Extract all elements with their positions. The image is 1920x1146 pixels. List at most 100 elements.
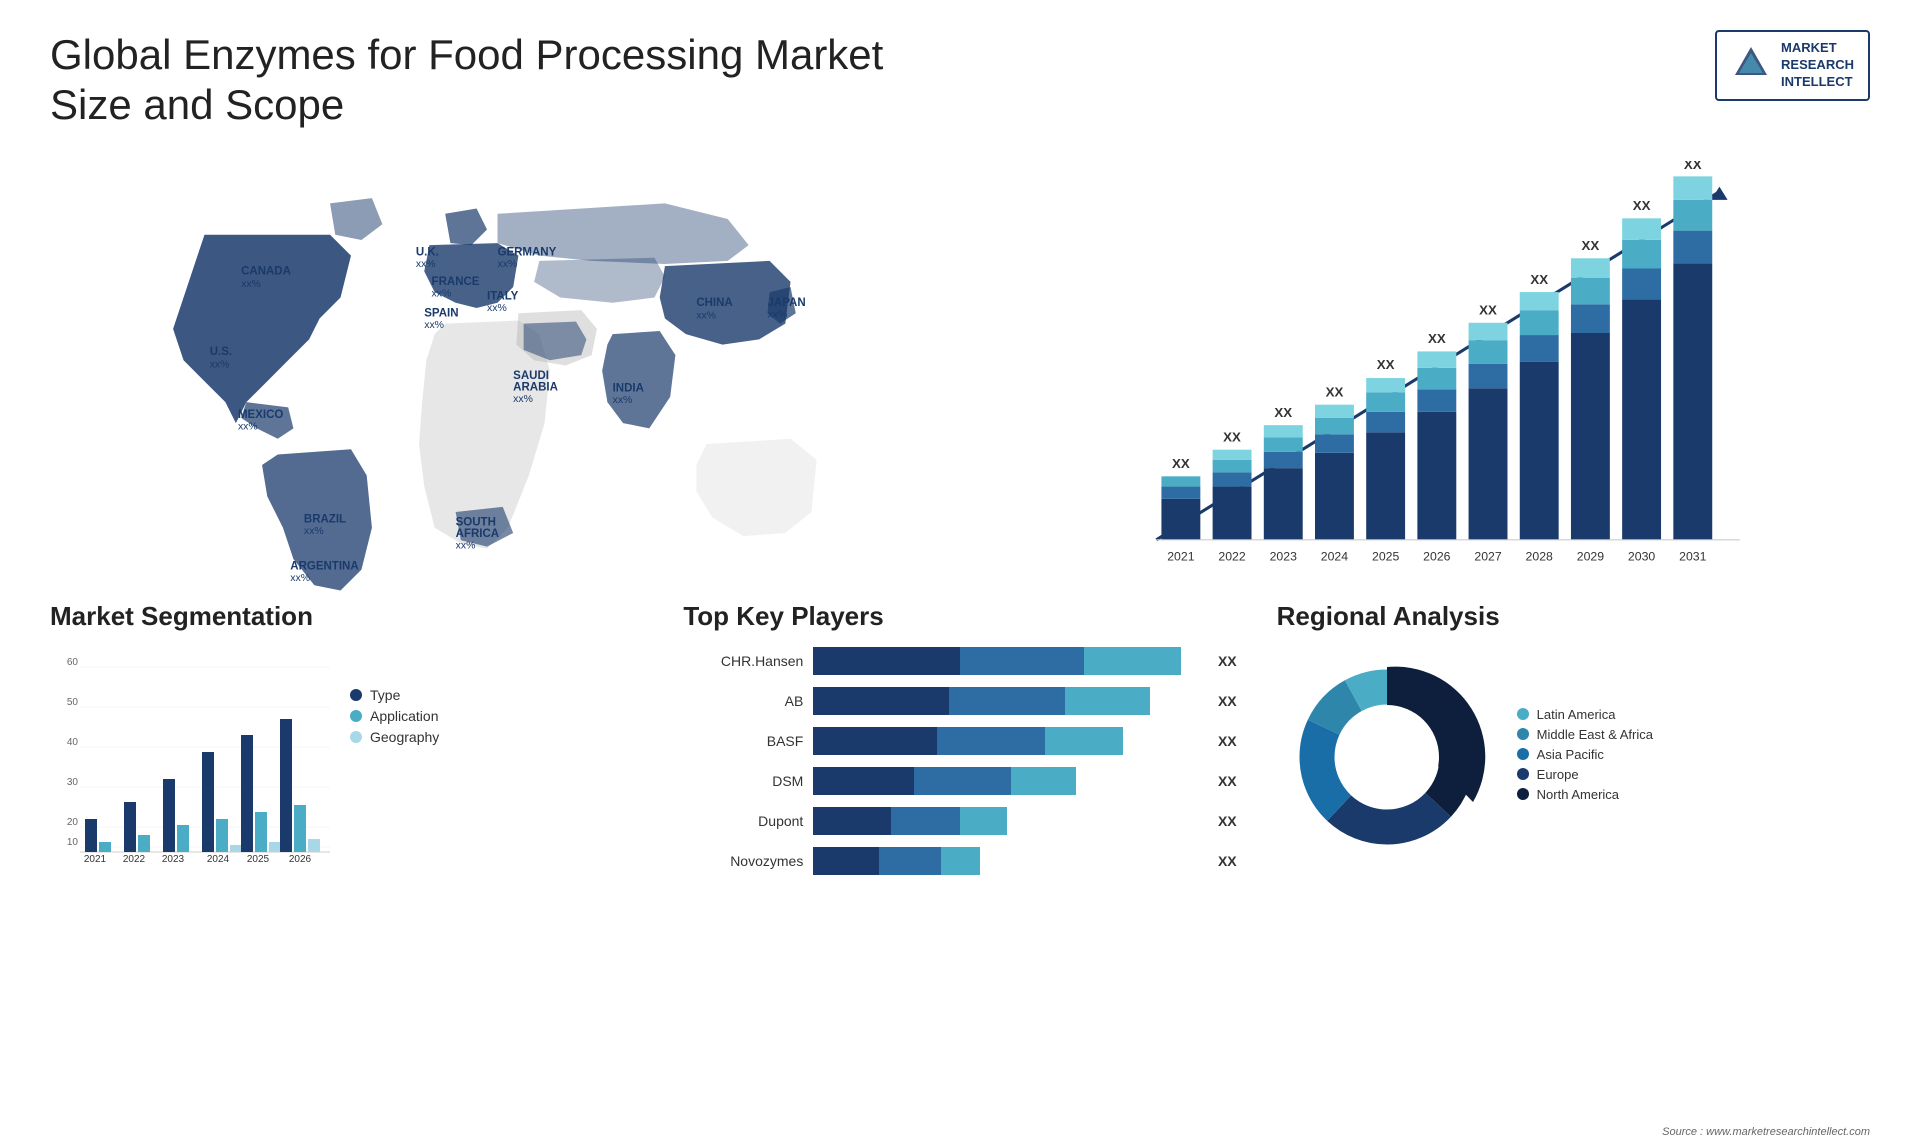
player-bar-dupont-seg3 — [960, 807, 1006, 835]
svg-text:XX: XX — [1684, 161, 1702, 172]
player-bar-dsm-seg1 — [813, 767, 914, 795]
player-bar-ab-seg1 — [813, 687, 948, 715]
logo: MARKET RESEARCH INTELLECT — [1715, 30, 1870, 101]
player-row-ab: AB XX — [683, 687, 1236, 715]
player-bar-ab — [813, 687, 1200, 715]
donut-container: Latin America Middle East & Africa Asia … — [1277, 647, 1870, 867]
legend-type: Type — [350, 687, 439, 703]
svg-text:2024: 2024 — [1321, 549, 1348, 563]
player-name-basf: BASF — [683, 733, 803, 749]
svg-text:xx%: xx% — [432, 288, 452, 299]
svg-text:xx%: xx% — [210, 359, 230, 370]
map-section: CANADA xx% U.S. xx% MEXICO xx% BRAZIL xx… — [50, 151, 945, 601]
svg-text:INDIA: INDIA — [613, 382, 644, 394]
legend-mea-dot — [1517, 728, 1529, 740]
svg-text:XX: XX — [1633, 198, 1651, 213]
player-bar-novozymes-seg3 — [941, 847, 980, 875]
segmentation-chart: 60 50 40 30 20 10 — [50, 647, 330, 867]
svg-text:xx%: xx% — [290, 573, 310, 584]
legend-geography-dot — [350, 731, 362, 743]
donut-chart — [1277, 647, 1497, 867]
svg-text:U.K.: U.K. — [416, 246, 439, 258]
player-value-novozymes: XX — [1218, 853, 1237, 869]
svg-text:2027: 2027 — [1474, 549, 1501, 563]
player-bar-dsm — [813, 767, 1200, 795]
svg-text:XX: XX — [1326, 384, 1344, 399]
legend-type-dot — [350, 689, 362, 701]
svg-text:xx%: xx% — [456, 540, 476, 551]
svg-text:XX: XX — [1172, 456, 1190, 471]
legend-geography: Geography — [350, 729, 439, 745]
player-value-basf: XX — [1218, 733, 1237, 749]
regional-title: Regional Analysis — [1277, 601, 1870, 632]
svg-text:2031: 2031 — [1679, 549, 1706, 563]
bottom-section: Market Segmentation 60 50 40 30 20 10 — [50, 601, 1870, 887]
header: Global Enzymes for Food Processing Marke… — [50, 30, 1870, 131]
players-section: Top Key Players CHR.Hansen XX AB XX — [663, 601, 1256, 887]
svg-text:2022: 2022 — [123, 854, 146, 865]
world-map: CANADA xx% U.S. xx% MEXICO xx% BRAZIL xx… — [50, 151, 945, 601]
player-row-basf: BASF XX — [683, 727, 1236, 755]
legend-type-label: Type — [370, 687, 400, 703]
regional-section: Regional Analysis — [1277, 601, 1870, 887]
svg-text:XX: XX — [1223, 429, 1241, 444]
svg-text:CHINA: CHINA — [696, 297, 732, 309]
forecast-chart: XX XX XX XX — [995, 161, 1850, 591]
player-value-ab: XX — [1218, 693, 1237, 709]
player-bar-dupont-seg2 — [891, 807, 961, 835]
svg-text:XX: XX — [1274, 405, 1292, 420]
legend-europe-label: Europe — [1537, 767, 1579, 782]
svg-text:2022: 2022 — [1218, 549, 1245, 563]
svg-text:SOUTH: SOUTH — [456, 516, 496, 528]
svg-text:2023: 2023 — [162, 854, 185, 865]
player-row-dupont: Dupont XX — [683, 807, 1236, 835]
svg-text:xx%: xx% — [513, 394, 533, 405]
regional-legend: Latin America Middle East & Africa Asia … — [1517, 707, 1653, 807]
player-name-ab: AB — [683, 693, 803, 709]
svg-text:XX: XX — [1428, 331, 1446, 346]
svg-text:xx%: xx% — [498, 259, 518, 270]
svg-text:2025: 2025 — [1372, 549, 1399, 563]
player-value-chr: XX — [1218, 653, 1237, 669]
player-bar-chr — [813, 647, 1200, 675]
legend-mea: Middle East & Africa — [1517, 727, 1653, 742]
legend-europe-dot — [1517, 768, 1529, 780]
svg-text:2025: 2025 — [247, 854, 270, 865]
svg-text:xx%: xx% — [424, 320, 444, 331]
player-bar-novozymes-seg2 — [879, 847, 941, 875]
player-name-dsm: DSM — [683, 773, 803, 789]
player-bar-basf-seg2 — [937, 727, 1045, 755]
svg-text:XX: XX — [1582, 238, 1600, 253]
page-title: Global Enzymes for Food Processing Marke… — [50, 30, 950, 131]
legend-application-label: Application — [370, 708, 439, 724]
legend-application-dot — [350, 710, 362, 722]
legend-mea-label: Middle East & Africa — [1537, 727, 1653, 742]
svg-text:U.S.: U.S. — [210, 346, 232, 358]
player-bar-chr-seg1 — [813, 647, 960, 675]
svg-text:GERMANY: GERMANY — [498, 246, 557, 258]
segmentation-section: Market Segmentation 60 50 40 30 20 10 — [50, 601, 643, 887]
svg-text:30: 30 — [67, 777, 79, 788]
svg-text:2026: 2026 — [289, 854, 312, 865]
player-value-dsm: XX — [1218, 773, 1237, 789]
svg-text:SPAIN: SPAIN — [424, 307, 458, 319]
legend-geography-label: Geography — [370, 729, 439, 745]
legend-north-america-dot — [1517, 788, 1529, 800]
svg-text:XX: XX — [1377, 357, 1395, 372]
player-bar-ab-seg3 — [1065, 687, 1150, 715]
legend-asia-pacific-label: Asia Pacific — [1537, 747, 1604, 762]
legend-latin-america-dot — [1517, 708, 1529, 720]
svg-text:JAPAN: JAPAN — [768, 297, 806, 309]
legend-latin-america: Latin America — [1517, 707, 1653, 722]
svg-text:ITALY: ITALY — [487, 290, 519, 302]
logo-icon — [1731, 45, 1771, 85]
svg-text:2030: 2030 — [1628, 549, 1655, 563]
legend-europe: Europe — [1517, 767, 1653, 782]
legend-application: Application — [350, 708, 439, 724]
svg-text:xx%: xx% — [416, 259, 436, 270]
segmentation-title: Market Segmentation — [50, 601, 643, 632]
svg-text:xx%: xx% — [487, 303, 507, 314]
player-bar-chr-seg2 — [960, 647, 1084, 675]
player-row-novozymes: Novozymes XX — [683, 847, 1236, 875]
player-bar-basf-seg1 — [813, 727, 937, 755]
